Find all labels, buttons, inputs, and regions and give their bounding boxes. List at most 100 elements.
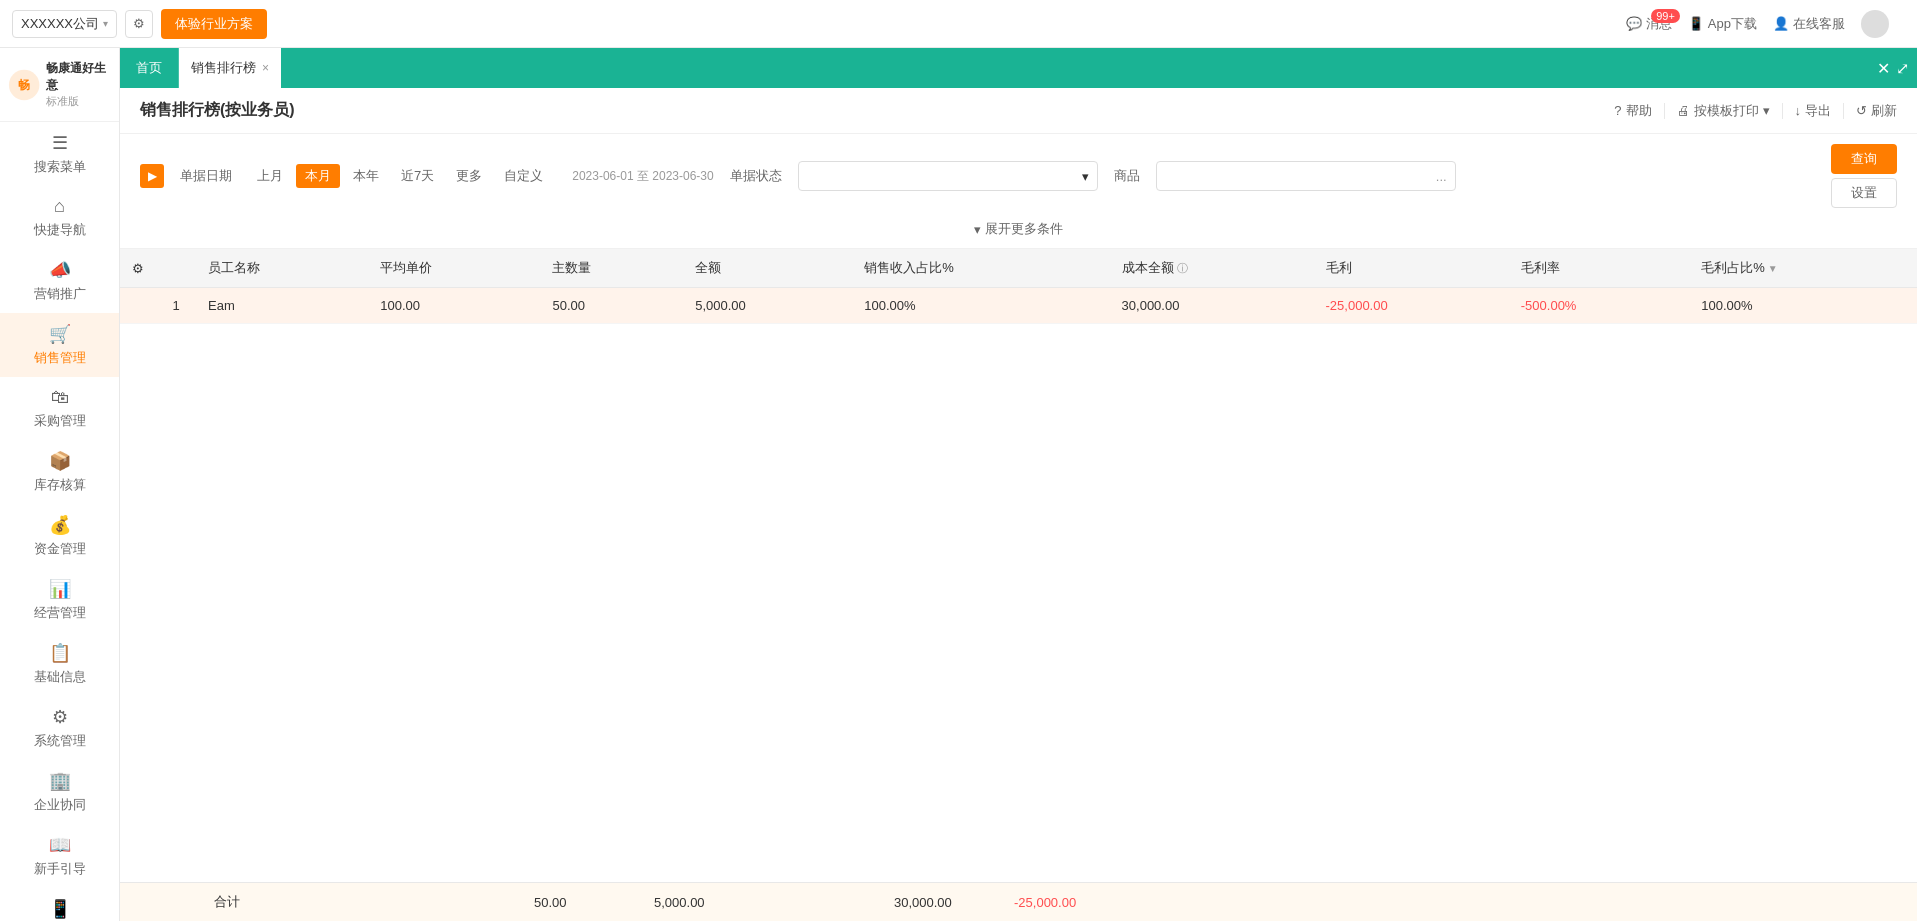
table-container: ⚙ 员工名称 平均单价 主数量 全额 xyxy=(120,249,1917,882)
col-revenue-pct: 销售收入占比% xyxy=(852,249,1109,288)
sidebar-item-appcenter[interactable]: 📱 应用中心 xyxy=(0,888,119,921)
sidebar-item-label: 企业协同 xyxy=(34,796,86,814)
col-settings[interactable]: ⚙ xyxy=(120,249,156,288)
sidebar-item-label: 销售管理 xyxy=(34,349,86,367)
app-download-button[interactable]: 📱 App下载 xyxy=(1688,15,1757,33)
date-tabs: 上月 本月 本年 近7天 更多 自定义 xyxy=(248,164,552,188)
row-settings[interactable] xyxy=(120,288,156,324)
footer-quantity: 50.00 xyxy=(522,895,642,910)
restore-icon[interactable]: ⤢ xyxy=(1896,59,1909,78)
query-button[interactable]: 查询 xyxy=(1831,144,1897,174)
logo-icon: 畅 xyxy=(8,67,40,103)
tab-close-icon[interactable]: × xyxy=(262,61,269,75)
sidebar-item-basicinfo[interactable]: 📋 基础信息 xyxy=(0,632,119,696)
export-icon: ↓ xyxy=(1795,103,1802,118)
data-table: ⚙ 员工名称 平均单价 主数量 全额 xyxy=(120,249,1917,324)
sidebar-item-inventory[interactable]: 📦 库存核算 xyxy=(0,440,119,504)
filter-expand-button[interactable]: ▶ xyxy=(140,164,164,188)
status-filter-label: 单据状态 xyxy=(730,167,782,185)
table-footer: 合计 50.00 5,000.00 30,000.00 -25,000.00 xyxy=(120,882,1917,921)
logo-text: 畅康通好生意 标准版 xyxy=(46,60,111,109)
date-tab-custom[interactable]: 自定义 xyxy=(495,164,552,188)
date-tab-last-month[interactable]: 上月 xyxy=(248,164,292,188)
profit-pct-sort-icon[interactable]: ▼ xyxy=(1768,263,1778,274)
sidebar-logo: 畅 畅康通好生意 标准版 xyxy=(0,48,119,122)
filter-actions: 查询 设置 xyxy=(1831,144,1897,208)
filter-area: ▶ 单据日期 上月 本月 本年 近7天 更多 自定义 2023-06-01 至 … xyxy=(120,134,1917,249)
date-tab-7days[interactable]: 近7天 xyxy=(392,164,443,188)
footer-row: 合计 50.00 5,000.00 30,000.00 -25,000.00 xyxy=(132,893,1905,911)
date-range-display: 2023-06-01 至 2023-06-30 xyxy=(572,168,713,185)
tab-sales-ranking[interactable]: 销售排行榜 × xyxy=(179,48,281,88)
goods-ellipsis-icon[interactable]: ... xyxy=(1436,169,1447,184)
avatar[interactable] xyxy=(1861,10,1889,38)
row-amount: 5,000.00 xyxy=(683,288,852,324)
close-all-tabs-icon[interactable]: ✕ xyxy=(1877,59,1890,78)
footer-label: 合计 xyxy=(202,893,402,911)
print-label: 按模板打印 xyxy=(1694,102,1759,120)
cost-info-icon[interactable]: ⓘ xyxy=(1177,261,1188,276)
sidebar-item-label: 基础信息 xyxy=(34,668,86,686)
chevron-down-icon: ▾ xyxy=(974,222,981,237)
sidebar-item-quicknav[interactable]: ⌂ 快捷导航 xyxy=(0,186,119,249)
sidebar-item-sales[interactable]: 🛒 销售管理 xyxy=(0,313,119,377)
service-icon: 👤 xyxy=(1773,16,1789,31)
trial-button[interactable]: 体验行业方案 xyxy=(161,9,267,39)
tab-home-label: 首页 xyxy=(136,59,162,77)
expand-arrow-icon: ▶ xyxy=(148,169,157,183)
date-tab-more[interactable]: 更多 xyxy=(447,164,491,188)
sidebar-item-operations[interactable]: 📊 经营管理 xyxy=(0,568,119,632)
settings-icon[interactable]: ⚙ xyxy=(125,10,153,38)
finance-icon: 💰 xyxy=(49,514,71,536)
marketing-icon: 📣 xyxy=(49,259,71,281)
sidebar-item-label: 资金管理 xyxy=(34,540,86,558)
tab-label: 销售排行榜 xyxy=(191,59,256,77)
sidebar-item-marketing[interactable]: 📣 营销推广 xyxy=(0,249,119,313)
col-gross-profit: 毛利 xyxy=(1314,249,1509,288)
row-name: Eam xyxy=(196,288,368,324)
footer-cost: 30,000.00 xyxy=(882,895,1002,910)
goods-input[interactable]: ... xyxy=(1156,161,1456,191)
sidebar-item-search[interactable]: ☰ 搜索菜单 xyxy=(0,122,119,186)
divider3 xyxy=(1843,103,1844,119)
company-name: XXXXXX公司 xyxy=(21,15,99,33)
table-header: ⚙ 员工名称 平均单价 主数量 全额 xyxy=(120,249,1917,288)
table-row: 1Eam100.0050.005,000.00100.00%30,000.00-… xyxy=(120,288,1917,324)
expand-more-filters-button[interactable]: ▾ 展开更多条件 xyxy=(974,220,1063,238)
export-button[interactable]: ↓ 导出 xyxy=(1795,102,1832,120)
refresh-label: 刷新 xyxy=(1871,102,1897,120)
app-download-label: App下载 xyxy=(1708,15,1757,33)
basicinfo-icon: 📋 xyxy=(49,642,71,664)
sidebar-item-label: 系统管理 xyxy=(34,732,86,750)
sidebar-item-guide[interactable]: 📖 新手引导 xyxy=(0,824,119,888)
table-body: 1Eam100.0050.005,000.00100.00%30,000.00-… xyxy=(120,288,1917,324)
row-profit-pct: 100.00% xyxy=(1689,288,1917,324)
help-button[interactable]: ? 帮助 xyxy=(1614,102,1651,120)
settings-button[interactable]: 设置 xyxy=(1831,178,1897,208)
status-select[interactable]: ▾ xyxy=(798,161,1098,191)
download-icon: 📱 xyxy=(1688,16,1704,31)
date-tab-this-month[interactable]: 本月 xyxy=(296,164,340,188)
date-tab-this-year[interactable]: 本年 xyxy=(344,164,388,188)
print-template-button[interactable]: 🖨 按模板打印 ▾ xyxy=(1677,102,1770,120)
system-icon: ⚙ xyxy=(52,706,68,728)
goods-filter-label: 商品 xyxy=(1114,167,1140,185)
refresh-icon: ↺ xyxy=(1856,103,1867,118)
online-service-button[interactable]: 👤 在线客服 xyxy=(1773,15,1845,33)
sidebar-item-enterprise[interactable]: 🏢 企业协同 xyxy=(0,760,119,824)
col-profit-pct: 毛利占比% ▼ xyxy=(1689,249,1917,288)
refresh-button[interactable]: ↺ 刷新 xyxy=(1856,102,1897,120)
footer-amount: 5,000.00 xyxy=(642,895,762,910)
tab-home[interactable]: 首页 xyxy=(120,48,179,88)
page-header: 销售排行榜(按业务员) ? 帮助 🖨 按模板打印 ▾ ↓ 导出 xyxy=(120,88,1917,134)
tab-bar: 首页 销售排行榜 × ✕ ⤢ xyxy=(120,48,1917,88)
sidebar-item-system[interactable]: ⚙ 系统管理 xyxy=(0,696,119,760)
col-avg-price: 平均单价 xyxy=(368,249,540,288)
sidebar-item-label: 搜索菜单 xyxy=(34,158,86,176)
company-selector[interactable]: XXXXXX公司 ▾ xyxy=(12,10,117,38)
sidebar-item-label: 快捷导航 xyxy=(34,221,86,239)
help-icon: ? xyxy=(1614,103,1621,118)
message-button[interactable]: 💬 消息 99+ xyxy=(1626,15,1672,33)
sidebar-item-purchase[interactable]: 🛍 采购管理 xyxy=(0,377,119,440)
sidebar-item-finance[interactable]: 💰 资金管理 xyxy=(0,504,119,568)
